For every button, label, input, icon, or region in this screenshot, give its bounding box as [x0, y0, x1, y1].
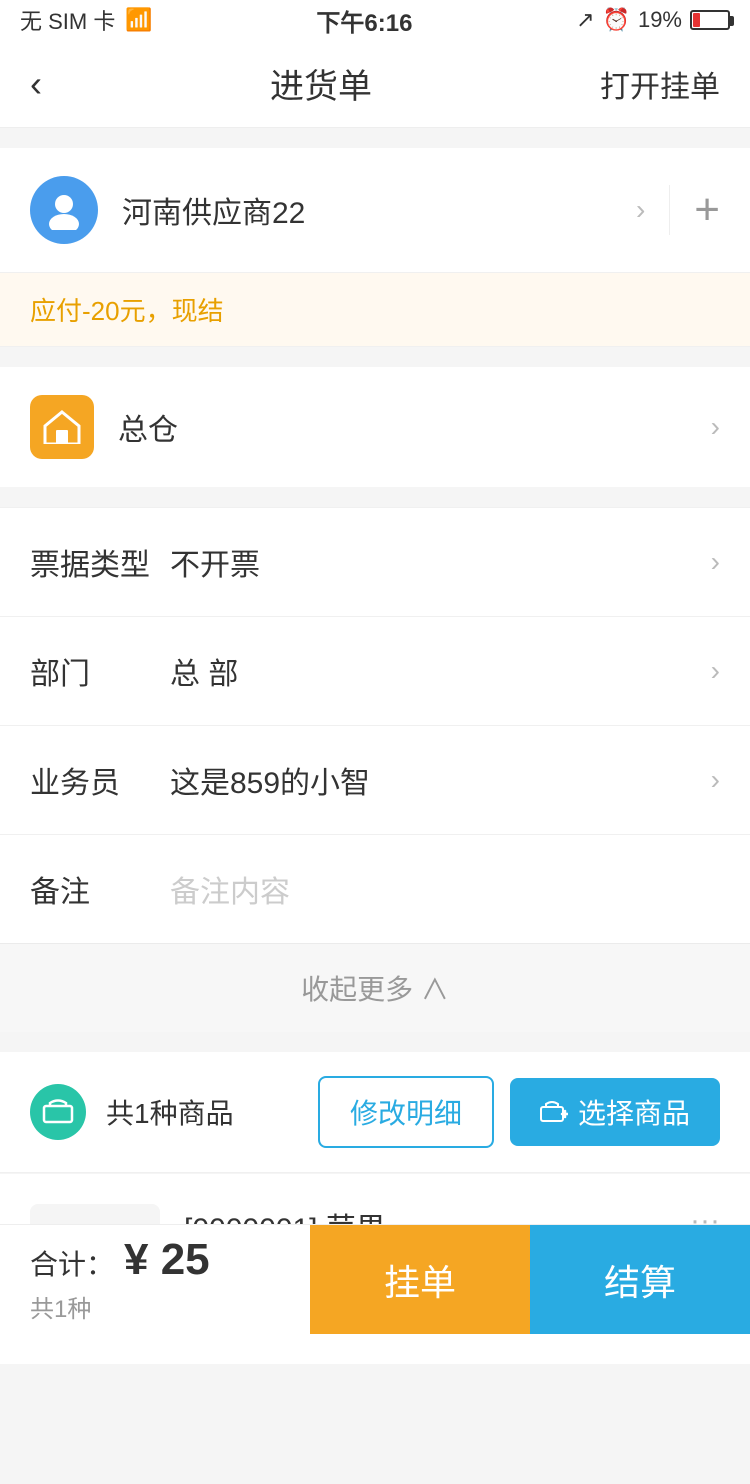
cart-icon: [42, 1098, 74, 1126]
supplier-avatar: [30, 176, 98, 244]
warehouse-section: 总仓 ›: [0, 367, 750, 487]
select-product-label: 选择商品: [578, 1092, 690, 1132]
total-amount: ¥ 25: [124, 1235, 210, 1285]
supplier-name: 河南供应商22: [122, 188, 626, 232]
status-left: 无 SIM 卡 📶: [20, 4, 153, 36]
invoice-label: 票据类型: [30, 540, 170, 584]
alarm-icon: ⏰: [603, 7, 630, 33]
form-section: 票据类型 不开票 › 部门 总 部 › 业务员 这是859的小智 › 备注 备注…: [0, 507, 750, 1032]
product-header: 共1种商品 修改明细 选择商品: [0, 1052, 750, 1173]
invoice-value: 不开票: [170, 540, 711, 584]
department-label: 部门: [30, 649, 170, 693]
battery-percent: 19%: [638, 7, 682, 33]
product-count-text: 共1种商品: [106, 1092, 318, 1132]
invoice-row[interactable]: 票据类型 不开票 ›: [0, 507, 750, 616]
add-supplier-button[interactable]: +: [694, 188, 720, 232]
warehouse-chevron-icon: ›: [711, 411, 720, 443]
note-row[interactable]: 备注 备注内容: [0, 834, 750, 943]
salesperson-label: 业务员: [30, 758, 170, 802]
battery-icon: [690, 10, 730, 30]
open-hang-button[interactable]: 打开挂单: [600, 62, 720, 106]
product-count-icon: [30, 1084, 86, 1140]
vertical-divider: [669, 185, 670, 235]
supplier-section: 河南供应商22 › + 应付-20元，现结: [0, 148, 750, 347]
carrier-text: 无 SIM 卡: [20, 4, 115, 36]
wifi-icon: 📶: [125, 7, 152, 33]
supplier-row[interactable]: 河南供应商22 › +: [0, 148, 750, 273]
total-area: 合计： ¥ 25 共1种: [0, 1225, 310, 1334]
total-label: 合计：: [30, 1243, 114, 1283]
collapse-button[interactable]: 收起更多 ∧: [0, 943, 750, 1032]
collapse-label: 收起更多 ∧: [301, 974, 449, 1005]
status-time: 下午6:16: [316, 3, 412, 38]
nav-icon: ↗: [576, 7, 594, 33]
warehouse-row[interactable]: 总仓 ›: [0, 367, 750, 487]
warehouse-icon: [30, 395, 94, 459]
department-value: 总 部: [170, 649, 711, 693]
notice-text: 应付-20元，现结: [30, 296, 224, 326]
select-product-button[interactable]: 选择商品: [510, 1078, 720, 1146]
person-icon: [44, 190, 84, 230]
bottom-bar: 合计： ¥ 25 共1种 挂单 结算: [0, 1224, 750, 1334]
notice-bar: 应付-20元，现结: [0, 273, 750, 347]
department-row[interactable]: 部门 总 部 ›: [0, 616, 750, 725]
nav-bar: ‹ 进货单 打开挂单: [0, 40, 750, 128]
warehouse-label: 总仓: [118, 405, 178, 449]
total-count: 共1种: [30, 1289, 280, 1324]
status-bar: 无 SIM 卡 📶 下午6:16 ↗ ⏰ 19%: [0, 0, 750, 40]
hang-label: 挂单: [384, 1254, 456, 1306]
salesperson-value: 这是859的小智: [170, 758, 711, 802]
status-right: ↗ ⏰ 19%: [576, 7, 730, 33]
home-icon: [43, 410, 81, 444]
invoice-chevron-icon: ›: [711, 546, 720, 578]
page-title: 进货单: [270, 59, 372, 108]
edit-detail-button[interactable]: 修改明细: [318, 1076, 494, 1148]
hang-button[interactable]: 挂单: [310, 1225, 530, 1334]
settle-button[interactable]: 结算: [530, 1225, 750, 1334]
back-button[interactable]: ‹: [30, 63, 42, 105]
department-chevron-icon: ›: [711, 655, 720, 687]
chevron-right-icon: ›: [636, 194, 645, 226]
salesperson-chevron-icon: ›: [711, 764, 720, 796]
settle-label: 结算: [604, 1254, 676, 1306]
note-label: 备注: [30, 867, 170, 911]
cart-plus-icon: [540, 1100, 568, 1124]
note-placeholder: 备注内容: [170, 867, 720, 911]
salesperson-row[interactable]: 业务员 这是859的小智 ›: [0, 725, 750, 834]
